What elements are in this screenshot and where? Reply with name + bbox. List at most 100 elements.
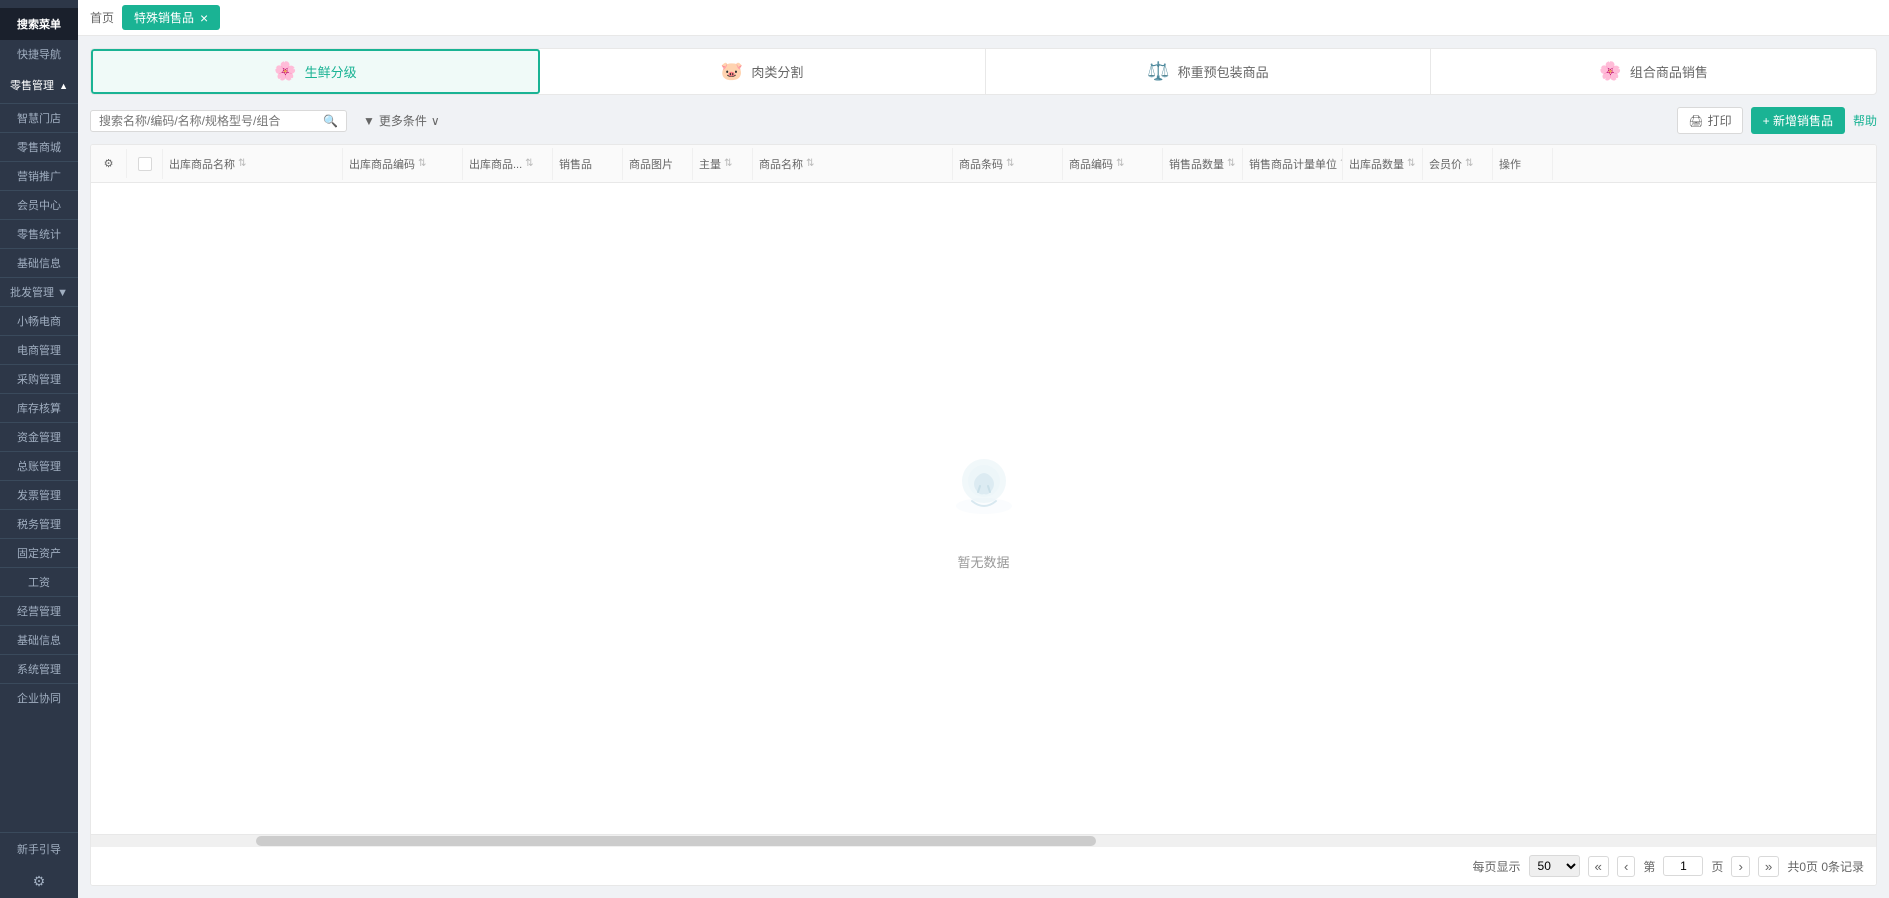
sidebar-item-ecommerce-small[interactable]: 小畅电商: [0, 306, 78, 335]
th-checkbox[interactable]: [127, 149, 163, 179]
filter-button[interactable]: ▼ 更多条件 ∨: [355, 108, 448, 133]
toolbar-left: 🔍 ▼ 更多条件 ∨: [90, 108, 448, 133]
sidebar-item-ledger[interactable]: 总账管理: [0, 451, 78, 480]
add-label: + 新增销售品: [1763, 112, 1833, 129]
sidebar-item-capital[interactable]: 资金管理: [0, 422, 78, 451]
horizontal-scrollbar[interactable]: [91, 834, 1876, 846]
sidebar-item-fixed-asset[interactable]: 固定资产: [0, 538, 78, 567]
sort-icon: ⇅: [1465, 158, 1473, 169]
content-area: 🌸 生鲜分级 🐷 肉类分割 ⚖️ 称重预包装商品 🌸 组合商品销售 🔍: [78, 36, 1889, 898]
sidebar-item-basic-info[interactable]: 基础信息: [0, 248, 78, 277]
fresh-icon: 🌸: [274, 61, 296, 82]
th-barcode[interactable]: 商品条码 ⇅: [953, 148, 1063, 180]
sidebar-item-quick-nav[interactable]: 快捷导航: [0, 40, 78, 71]
filter-label: 更多条件: [379, 112, 427, 129]
tab-close-button[interactable]: ×: [200, 11, 208, 25]
scrollbar-thumb[interactable]: [256, 836, 1096, 846]
sidebar-item-member[interactable]: 会员中心: [0, 190, 78, 219]
sidebar-item-tax[interactable]: 税务管理: [0, 509, 78, 538]
sort-icon: ⇅: [525, 158, 533, 169]
print-label: 打印: [1708, 112, 1732, 129]
last-page-button[interactable]: »: [1758, 856, 1779, 877]
sidebar-settings-icon[interactable]: ⚙: [0, 865, 78, 898]
search-icon[interactable]: 🔍: [323, 114, 338, 128]
sidebar-item-operations[interactable]: 经营管理: [0, 596, 78, 625]
sidebar-item-newbie[interactable]: 新手引导: [0, 832, 78, 865]
meat-icon: 🐷: [721, 61, 743, 82]
chevron-icon: ▲: [59, 81, 68, 91]
category-tab-weigh[interactable]: ⚖️ 称重预包装商品: [986, 49, 1432, 94]
add-sale-item-button[interactable]: + 新增销售品: [1751, 107, 1845, 134]
weigh-icon: ⚖️: [1147, 61, 1169, 82]
th-gname[interactable]: 商品名称 ⇅: [753, 148, 953, 180]
filter-icon: ▼: [363, 114, 375, 128]
sort-icon: ⇅: [418, 158, 426, 169]
sidebar-search[interactable]: 搜索菜单: [0, 8, 78, 40]
empty-state: 暂无数据: [91, 183, 1876, 834]
sidebar-item-retail-stats[interactable]: 零售统计: [0, 219, 78, 248]
sidebar: 搜索菜单 快捷导航 零售管理 ▲ 智慧门店 零售商城 营销推广 会员中心 零售统…: [0, 0, 78, 898]
sidebar-item-invoice[interactable]: 发票管理: [0, 480, 78, 509]
sort-icon: ⇅: [1116, 158, 1124, 169]
th-sunit[interactable]: 销售商品计量单位 ⇅: [1243, 148, 1343, 180]
help-button[interactable]: 帮助: [1853, 112, 1877, 129]
category-tab-combo[interactable]: 🌸 组合商品销售: [1431, 49, 1876, 94]
sidebar-item-smart-store[interactable]: 智慧门店: [0, 103, 78, 132]
sidebar-item-retail-mall[interactable]: 零售商城: [0, 132, 78, 161]
sidebar-item-ecommerce-mgmt[interactable]: 电商管理: [0, 335, 78, 364]
page-number-input[interactable]: [1663, 856, 1703, 876]
toolbar: 🔍 ▼ 更多条件 ∨ 🖨 打印 + 新增销售品 帮助: [90, 107, 1877, 134]
page-label-after: 页: [1711, 858, 1723, 875]
th-product-name[interactable]: 出库商品名称 ⇅: [163, 148, 343, 180]
sort-icon: ⇅: [1006, 158, 1014, 169]
sidebar-item-purchase[interactable]: 采购管理: [0, 364, 78, 393]
th-sqty[interactable]: 销售品数量 ⇅: [1163, 148, 1243, 180]
th-spec[interactable]: 出库商品... ⇅: [463, 148, 553, 180]
th-gcode[interactable]: 商品编码 ⇅: [1063, 148, 1163, 180]
category-tab-weigh-label: 称重预包装商品: [1178, 62, 1269, 81]
empty-illustration: [944, 446, 1024, 540]
combo-icon: 🌸: [1599, 61, 1621, 82]
chevron-down-icon: ∨: [431, 114, 440, 128]
next-page-button[interactable]: ›: [1731, 856, 1749, 877]
sort-icon: ⇅: [1407, 158, 1415, 169]
total-info: 共0页 0条记录: [1787, 858, 1864, 875]
th-weight[interactable]: 主量 ⇅: [693, 148, 753, 180]
sort-icon: ⇅: [238, 158, 246, 169]
sidebar-item-inventory[interactable]: 库存核算: [0, 393, 78, 422]
category-tabs: 🌸 生鲜分级 🐷 肉类分割 ⚖️ 称重预包装商品 🌸 组合商品销售: [90, 48, 1877, 95]
active-tab[interactable]: 特殊销售品 ×: [122, 5, 220, 30]
th-op: 操作: [1493, 148, 1553, 180]
sidebar-item-enterprise[interactable]: 企业协同: [0, 683, 78, 712]
category-tab-fresh[interactable]: 🌸 生鲜分级: [91, 49, 540, 94]
category-tab-fresh-label: 生鲜分级: [305, 62, 357, 81]
th-price[interactable]: 会员价 ⇅: [1423, 148, 1493, 180]
th-oqty[interactable]: 出库品数量 ⇅: [1343, 148, 1423, 180]
sidebar-item-salary[interactable]: 工资: [0, 567, 78, 596]
pagination: 每页显示 50 10 20 100 « ‹ 第 页 › » 共0页 0条记录: [91, 846, 1876, 885]
page-size-select[interactable]: 50 10 20 100: [1529, 855, 1580, 877]
th-sale[interactable]: 销售品: [553, 148, 623, 180]
sidebar-item-basic-info2[interactable]: 基础信息: [0, 625, 78, 654]
category-tab-meat[interactable]: 🐷 肉类分割: [540, 49, 986, 94]
sidebar-item-marketing[interactable]: 营销推广: [0, 161, 78, 190]
first-page-button[interactable]: «: [1588, 856, 1609, 877]
sidebar-item-wholesale[interactable]: 批发管理 ▼: [0, 277, 78, 306]
th-img: 商品图片: [623, 148, 693, 180]
print-button[interactable]: 🖨 打印: [1677, 107, 1742, 134]
page-label-before: 第: [1643, 858, 1655, 875]
select-all-checkbox[interactable]: [138, 157, 152, 171]
table-header: ⚙ 出库商品名称 ⇅ 出库商品编码 ⇅ 出库商品... ⇅ 销售品: [91, 145, 1876, 183]
prev-page-button[interactable]: ‹: [1617, 856, 1635, 877]
sidebar-item-system[interactable]: 系统管理: [0, 654, 78, 683]
home-link[interactable]: 首页: [90, 9, 114, 26]
th-product-code[interactable]: 出库商品编码 ⇅: [343, 148, 463, 180]
tab-label: 特殊销售品: [134, 9, 194, 26]
print-icon: 🖨: [1688, 114, 1703, 128]
search-input[interactable]: [99, 114, 319, 128]
th-settings[interactable]: ⚙: [91, 149, 127, 178]
sort-icon: ⇅: [1227, 158, 1235, 169]
sort-icon: ⇅: [806, 158, 814, 169]
sidebar-item-retail[interactable]: 零售管理 ▲: [0, 71, 78, 102]
main-content: 首页 特殊销售品 × 🌸 生鲜分级 🐷 肉类分割 ⚖️ 称重预包装商品 🌸 组合…: [78, 0, 1889, 898]
